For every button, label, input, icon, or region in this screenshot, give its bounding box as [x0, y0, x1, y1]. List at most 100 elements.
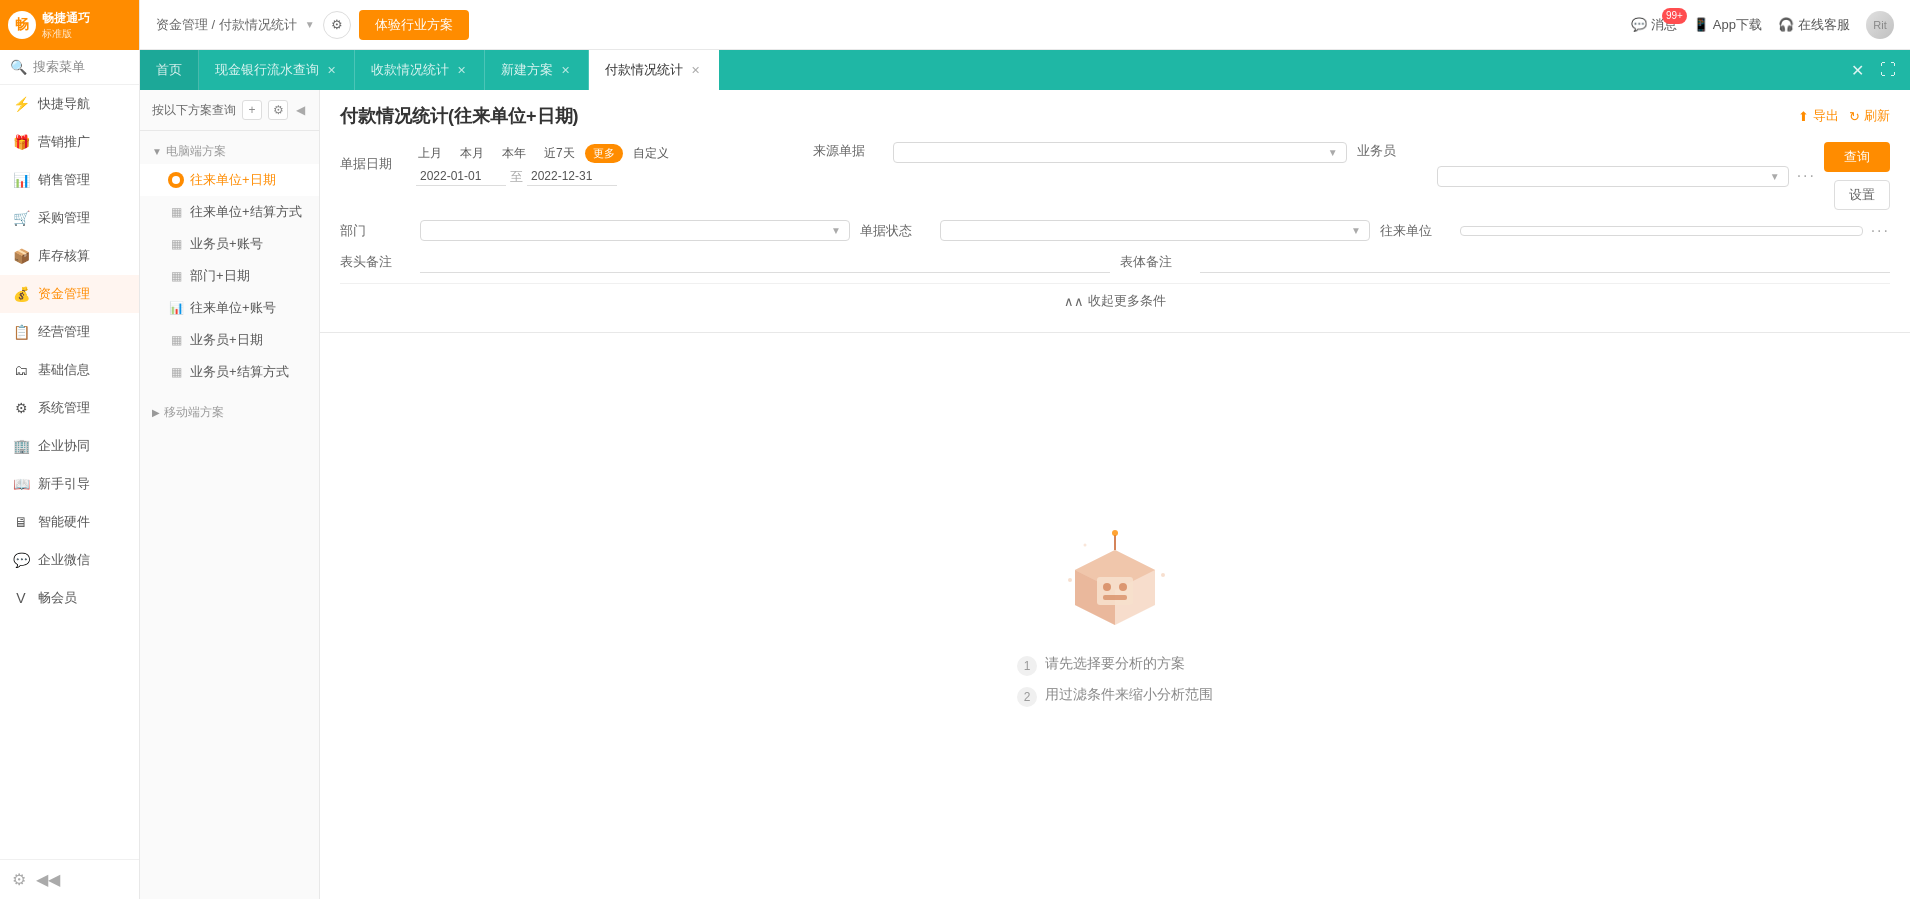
- tab-new-scheme[interactable]: 新建方案 ✕: [485, 50, 589, 90]
- sidebar-item-hardware[interactable]: 🖥 智能硬件: [0, 503, 139, 541]
- app-wrapper: 畅 畅捷通巧 标准版 🔍 搜索菜单 ⚡ 快捷导航 🎁 营销推广 📊 销售管理: [0, 0, 1910, 899]
- partner-filter-area: ···: [1460, 222, 1890, 240]
- sidebar-item-sales[interactable]: 📊 销售管理: [0, 161, 139, 199]
- sidebar-item-quick-nav[interactable]: ⚡ 快捷导航: [0, 85, 139, 123]
- scheme-settings-button[interactable]: ⚙: [268, 100, 288, 120]
- staff-dots-icon[interactable]: ···: [1797, 167, 1816, 185]
- empty-hints: 1 请先选择要分析的方案 2 用过滤条件来缩小分析范围: [1017, 655, 1213, 717]
- scheme-item-partner-account[interactable]: 📊 往来单位+账号: [140, 292, 319, 324]
- svg-rect-7: [1103, 595, 1127, 600]
- refresh-label: 刷新: [1864, 107, 1890, 125]
- sidebar-item-purchase[interactable]: 🛒 采购管理: [0, 199, 139, 237]
- panel-collapse-button[interactable]: ◀: [294, 101, 307, 119]
- scheme-item-label: 业务员+日期: [190, 331, 263, 349]
- message-action[interactable]: 💬 消息 99+: [1631, 16, 1677, 34]
- header-note-input[interactable]: [420, 251, 1110, 273]
- message-badge: 99+: [1662, 8, 1687, 24]
- sidebar-item-label: 经营管理: [38, 323, 90, 341]
- date-end-input[interactable]: [527, 167, 617, 186]
- query-button[interactable]: 查询: [1824, 142, 1890, 172]
- scheme-chart-icon: 📊: [168, 300, 184, 316]
- desktop-section-title[interactable]: ▼ 电脑端方案: [140, 139, 319, 164]
- date-btn-this-year[interactable]: 本年: [494, 142, 534, 165]
- tab-close-all-icon[interactable]: ✕: [1847, 57, 1868, 84]
- sidebar-item-inventory[interactable]: 📦 库存核算: [0, 237, 139, 275]
- tab-collection[interactable]: 收款情况统计 ✕: [355, 50, 485, 90]
- doc-status-label: 单据状态: [860, 222, 930, 240]
- export-label: 导出: [1813, 107, 1839, 125]
- online-service-action[interactable]: 🎧 在线客服: [1778, 16, 1850, 34]
- search-menu-label: 搜索菜单: [33, 58, 85, 76]
- tab-collection-close-icon[interactable]: ✕: [455, 62, 468, 79]
- refresh-button[interactable]: ↻ 刷新: [1849, 107, 1890, 125]
- tab-payment[interactable]: 付款情况统计 ✕: [589, 50, 719, 90]
- sidebar-item-member[interactable]: V 畅会员: [0, 579, 139, 617]
- query-settings-group: 查询 设置: [1824, 142, 1890, 210]
- date-btn-custom[interactable]: 自定义: [625, 142, 677, 165]
- sidebar-item-operation[interactable]: 📋 经营管理: [0, 313, 139, 351]
- app-download-action[interactable]: 📱 App下载: [1693, 16, 1762, 34]
- hint-num-1: 1: [1017, 656, 1037, 676]
- source-doc-select[interactable]: ▼: [893, 142, 1346, 163]
- svg-point-12: [1084, 544, 1087, 547]
- refresh-icon: ↻: [1849, 109, 1860, 124]
- tab-bank-flow[interactable]: 现金银行流水查询 ✕: [199, 50, 355, 90]
- sales-icon: 📊: [12, 171, 30, 189]
- mobile-scheme-section[interactable]: ▶ 移动端方案: [140, 400, 319, 425]
- filter-settings-button[interactable]: 设置: [1834, 180, 1890, 210]
- hint-num-2: 2: [1017, 687, 1037, 707]
- user-avatar[interactable]: Rit: [1866, 11, 1894, 39]
- sidebar-item-marketing[interactable]: 🎁 营销推广: [0, 123, 139, 161]
- dept-select[interactable]: ▼: [420, 220, 850, 241]
- date-options-group: 上月 本月 本年 近7天 更多 自定义 至: [410, 142, 803, 186]
- topbar-settings-icon[interactable]: ⚙: [323, 11, 351, 39]
- date-btn-this-month[interactable]: 本月: [452, 142, 492, 165]
- sidebar-settings-icon[interactable]: ⚙: [12, 870, 26, 889]
- partner-select[interactable]: [1460, 226, 1863, 236]
- tab-home[interactable]: 首页: [140, 50, 199, 90]
- tab-expand-icon[interactable]: ⛶: [1876, 57, 1900, 83]
- scheme-item-partner-settle[interactable]: ▦ 往来单位+结算方式: [140, 196, 319, 228]
- sidebar-item-wechat[interactable]: 💬 企业微信: [0, 541, 139, 579]
- scheme-item-staff-account[interactable]: ▦ 业务员+账号: [140, 228, 319, 260]
- tab-new-scheme-close-icon[interactable]: ✕: [559, 62, 572, 79]
- tab-payment-close-icon[interactable]: ✕: [689, 62, 702, 79]
- trial-button[interactable]: 体验行业方案: [359, 10, 469, 40]
- date-btn-last-month[interactable]: 上月: [410, 142, 450, 165]
- add-scheme-button[interactable]: +: [242, 100, 262, 120]
- scheme-table-icon: ▦: [168, 204, 184, 220]
- collapse-more-button[interactable]: ∧∧ 收起更多条件: [340, 283, 1890, 318]
- search-menu-item[interactable]: 🔍 搜索菜单: [0, 50, 139, 85]
- body-note-input[interactable]: [1200, 251, 1890, 273]
- staff-select[interactable]: ▼: [1437, 166, 1789, 187]
- date-btn-last-7days[interactable]: 近7天: [536, 142, 583, 165]
- staff-label: 业务员: [1357, 142, 1427, 160]
- scheme-item-dept-date[interactable]: ▦ 部门+日期: [140, 260, 319, 292]
- sidebar-item-guide[interactable]: 📖 新手引导: [0, 465, 139, 503]
- tab-bank-flow-label: 现金银行流水查询: [215, 61, 319, 79]
- sidebar-item-label: 销售管理: [38, 171, 90, 189]
- main-area: 资金管理 / 付款情况统计 ▼ ⚙ 体验行业方案 💬 消息 99+ 📱 App下…: [140, 0, 1910, 899]
- service-icon: 🎧: [1778, 17, 1794, 32]
- partner-dots-icon[interactable]: ···: [1871, 222, 1890, 240]
- date-start-input[interactable]: [416, 167, 506, 186]
- desktop-section-label: 电脑端方案: [166, 143, 226, 160]
- tab-bank-flow-close-icon[interactable]: ✕: [325, 62, 338, 79]
- svg-point-10: [1068, 578, 1072, 582]
- breadcrumb-arrow-icon[interactable]: ▼: [305, 19, 315, 30]
- scheme-item-label: 往来单位+结算方式: [190, 203, 302, 221]
- sidebar-item-system[interactable]: ⚙ 系统管理: [0, 389, 139, 427]
- scheme-item-partner-date[interactable]: 往来单位+日期: [140, 164, 319, 196]
- scheme-item-staff-date[interactable]: ▦ 业务员+日期: [140, 324, 319, 356]
- dept-label: 部门: [340, 222, 410, 240]
- sidebar-item-basic[interactable]: 🗂 基础信息: [0, 351, 139, 389]
- scheme-item-staff-settle[interactable]: ▦ 业务员+结算方式: [140, 356, 319, 388]
- sidebar-item-capital[interactable]: 💰 资金管理: [0, 275, 139, 313]
- left-panel-actions: + ⚙ ◀: [242, 100, 307, 120]
- sidebar-item-enterprise[interactable]: 🏢 企业协同: [0, 427, 139, 465]
- date-btn-more[interactable]: 更多: [585, 144, 623, 163]
- export-button[interactable]: ⬆ 导出: [1798, 107, 1839, 125]
- scheme-item-label: 往来单位+账号: [190, 299, 276, 317]
- sidebar-collapse-icon[interactable]: ◀◀: [36, 870, 60, 889]
- doc-status-select[interactable]: ▼: [940, 220, 1370, 241]
